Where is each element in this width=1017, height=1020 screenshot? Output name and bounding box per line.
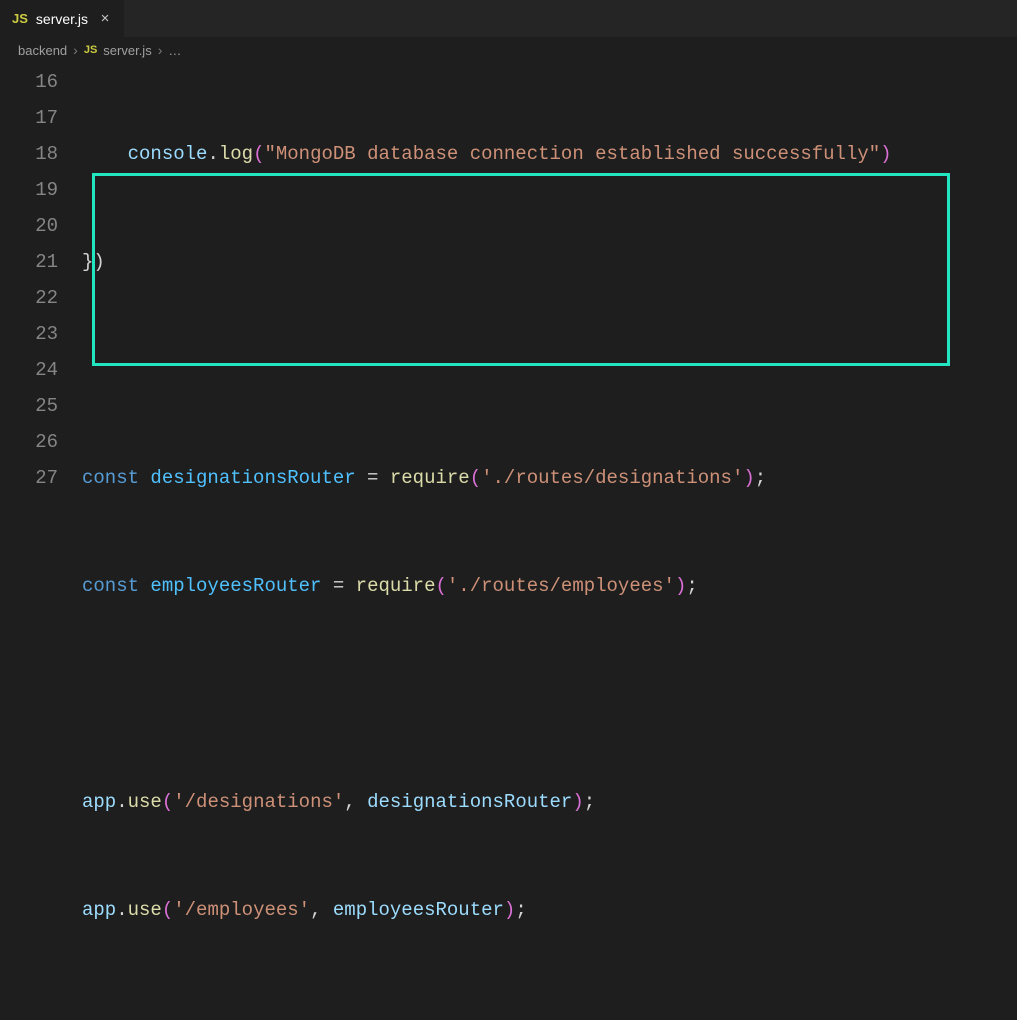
breadcrumb-file: server.js xyxy=(103,43,151,58)
chevron-right-icon: › xyxy=(158,42,163,58)
close-icon[interactable]: × xyxy=(96,10,114,27)
line-number: 26 xyxy=(0,424,58,460)
line-number: 24 xyxy=(0,352,58,388)
line-number-gutter: 16 17 18 19 20 21 22 23 24 25 26 27 xyxy=(0,62,82,510)
breadcrumb-folder: backend xyxy=(18,43,67,58)
breadcrumb-ellipsis: … xyxy=(168,43,181,58)
line-number: 17 xyxy=(0,100,58,136)
code-line: const employeesRouter = require('./route… xyxy=(82,568,1017,604)
line-number: 23 xyxy=(0,316,58,352)
line-number: 19 xyxy=(0,172,58,208)
tab-bar: JS server.js × xyxy=(0,0,1017,38)
line-number: 22 xyxy=(0,280,58,316)
chevron-right-icon: › xyxy=(73,42,78,58)
code-line xyxy=(82,1000,1017,1020)
code-line xyxy=(82,676,1017,712)
tab-label: server.js xyxy=(36,11,88,27)
code-editor[interactable]: 16 17 18 19 20 21 22 23 24 25 26 27 cons… xyxy=(0,62,1017,510)
line-number: 25 xyxy=(0,388,58,424)
code-line xyxy=(82,352,1017,388)
line-number: 21 xyxy=(0,244,58,280)
code-content[interactable]: console.log("MongoDB database connection… xyxy=(82,62,1017,510)
line-number: 16 xyxy=(0,64,58,100)
breadcrumb[interactable]: backend › JS server.js › … xyxy=(0,38,1017,62)
line-number: 20 xyxy=(0,208,58,244)
js-icon: JS xyxy=(12,11,28,26)
code-line: app.use('/employees', employeesRouter); xyxy=(82,892,1017,928)
code-line: const designationsRouter = require('./ro… xyxy=(82,460,1017,496)
code-line: }) xyxy=(82,244,1017,280)
code-line: console.log("MongoDB database connection… xyxy=(82,136,1017,172)
code-line: app.use('/designations', designationsRou… xyxy=(82,784,1017,820)
tab-server-js[interactable]: JS server.js × xyxy=(0,0,125,37)
js-icon: JS xyxy=(84,44,97,56)
line-number: 18 xyxy=(0,136,58,172)
line-number: 27 xyxy=(0,460,58,496)
